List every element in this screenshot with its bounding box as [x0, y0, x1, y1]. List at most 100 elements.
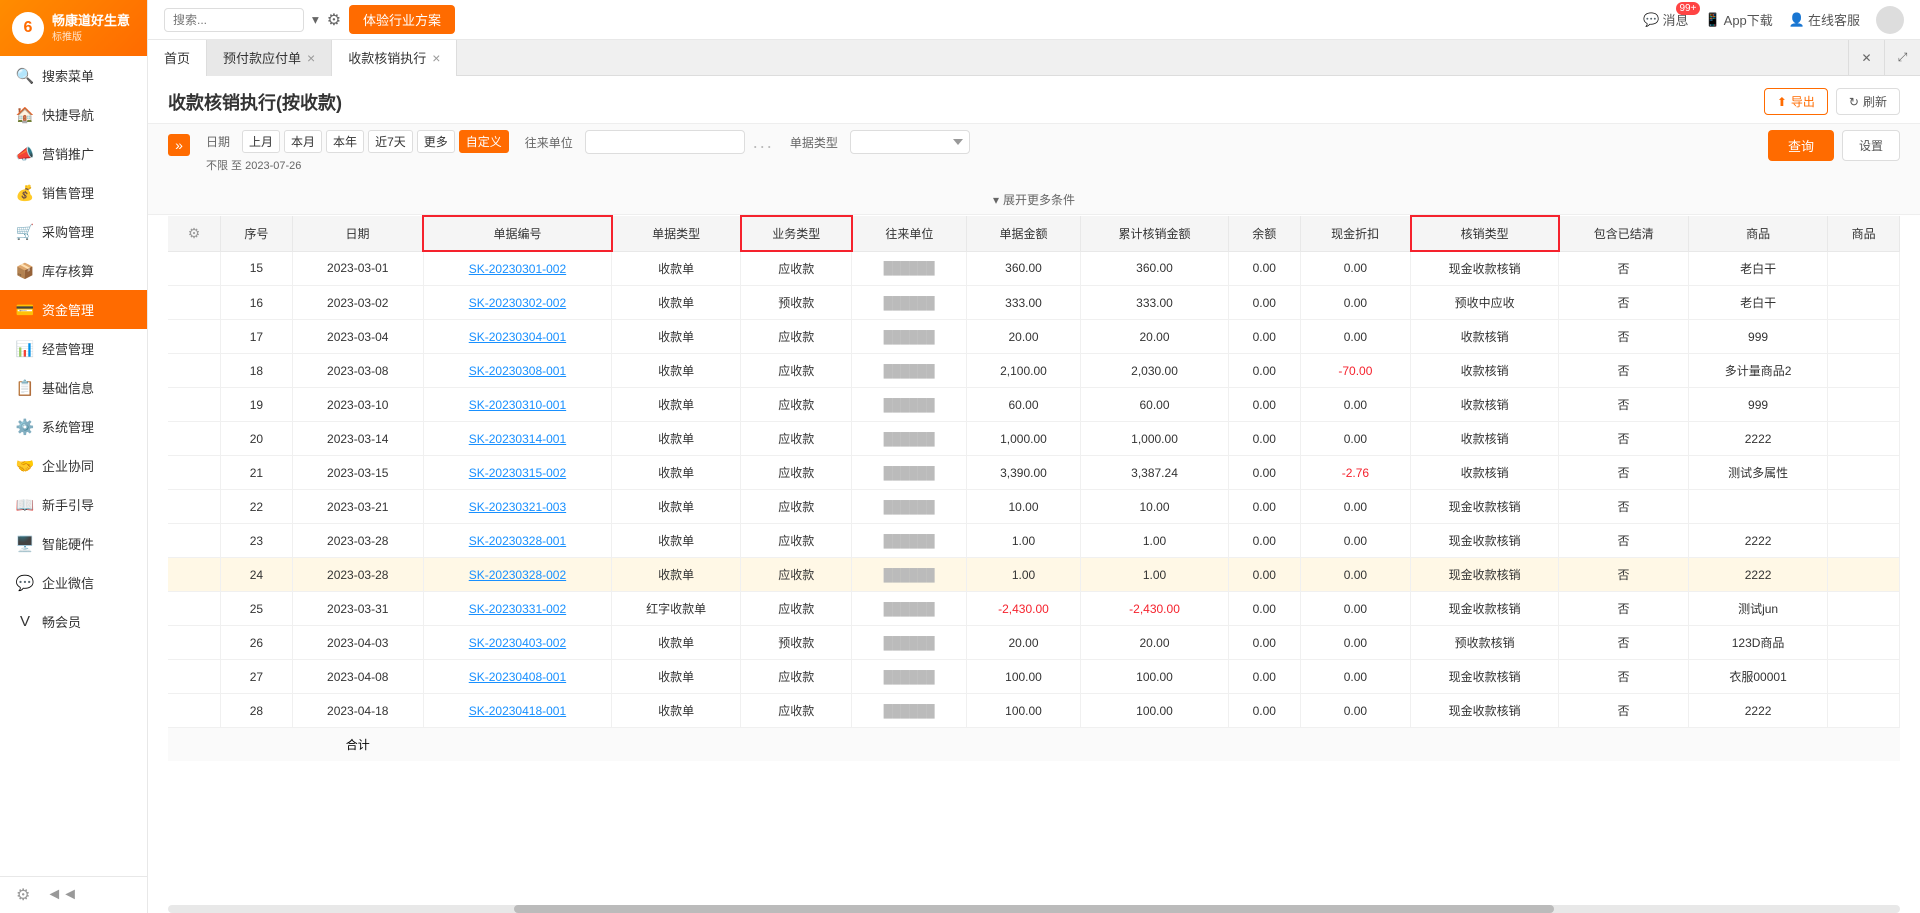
cell-writeoff-type: 收款核销	[1411, 456, 1559, 490]
sidebar-item-label-finance: 资金管理	[42, 300, 94, 319]
bill-no-link[interactable]: SK-20230403-002	[469, 636, 566, 650]
filter-partner-dots[interactable]: ...	[753, 132, 774, 153]
bill-no-link[interactable]: SK-20230310-001	[469, 398, 566, 412]
tab-prepay-close[interactable]: ×	[307, 50, 315, 66]
sidebar-item-marketing[interactable]: 📣 营销推广	[0, 134, 147, 173]
sidebar-item-basics[interactable]: 📋 基础信息	[0, 368, 147, 407]
bill-no-link[interactable]: SK-20230321-003	[469, 500, 566, 514]
filter-partner-label: 往来单位	[525, 134, 573, 151]
bill-no-link[interactable]: SK-20230304-001	[469, 330, 566, 344]
filter-settings-button[interactable]: 设置	[1842, 130, 1900, 161]
cell-date: 2023-03-04	[292, 320, 423, 354]
user-avatar[interactable]	[1876, 6, 1904, 34]
th-settings[interactable]: ⚙	[168, 216, 221, 251]
quicknav-icon: 🏠	[16, 106, 34, 124]
sidebar-item-finance[interactable]: 💳 资金管理	[0, 290, 147, 329]
filter-partner-input[interactable]	[585, 130, 745, 154]
bill-no-link[interactable]: SK-20230418-001	[469, 704, 566, 718]
bill-no-link[interactable]: SK-20230328-001	[469, 534, 566, 548]
sidebar-item-search[interactable]: 🔍 搜索菜单	[0, 56, 147, 95]
tab-prepay[interactable]: 预付款应付单 ×	[207, 40, 332, 76]
cell-include-settled: 否	[1559, 456, 1689, 490]
filter-receipt-type-row: 单据类型	[790, 130, 970, 154]
filter-date-this-year[interactable]: 本年	[326, 130, 364, 153]
bill-no-link[interactable]: SK-20230315-002	[469, 466, 566, 480]
topbar-online-service[interactable]: 👤 在线客服	[1789, 10, 1860, 29]
sidebar-item-sales[interactable]: 💰 销售管理	[0, 173, 147, 212]
sidebar-item-wechat[interactable]: 💬 企业微信	[0, 563, 147, 602]
sidebar-item-member[interactable]: V 畅会员	[0, 602, 147, 641]
cell-writeoff-amount: 360.00	[1081, 251, 1229, 286]
sidebar-item-quicknav[interactable]: 🏠 快捷导航	[0, 95, 147, 134]
filter-date-custom[interactable]: 自定义	[459, 130, 509, 153]
message-icon: 💬	[1643, 12, 1659, 28]
collapse-icon[interactable]: ◄◄	[46, 886, 78, 904]
bill-no-link[interactable]: SK-20230328-002	[469, 568, 566, 582]
filter-date-more[interactable]: 更多	[417, 130, 455, 153]
cell-include-settled: 否	[1559, 592, 1689, 626]
cell-include-settled: 否	[1559, 490, 1689, 524]
filter-receipt-type-select[interactable]	[850, 130, 970, 154]
column-settings-icon[interactable]: ⚙	[188, 225, 201, 241]
filter-date-this-month[interactable]: 本月	[284, 130, 322, 153]
topbar-app-download[interactable]: 📱 App下载	[1704, 10, 1772, 29]
sidebar-item-inventory[interactable]: 📦 库存核算	[0, 251, 147, 290]
cell-partner: ██████	[852, 592, 967, 626]
table-footer: 合计	[168, 728, 1900, 762]
table-row: 16 2023-03-02 SK-20230302-002 收款单 预收款 ██…	[168, 286, 1900, 320]
cell-amount: 333.00	[966, 286, 1080, 320]
cell-partner: ██████	[852, 354, 967, 388]
sidebar-item-label-guide: 新手引导	[42, 495, 94, 514]
cell-writeoff-type: 现金收款核销	[1411, 592, 1559, 626]
bill-no-link[interactable]: SK-20230408-001	[469, 670, 566, 684]
bill-no-link[interactable]: SK-20230302-002	[469, 296, 566, 310]
sidebar-item-collab[interactable]: 🤝 企业协同	[0, 446, 147, 485]
tab-home[interactable]: 首页	[148, 40, 207, 76]
topbar-right: 💬 消息 99+ 📱 App下载 👤 在线客服	[1643, 6, 1904, 34]
filter-date-7days[interactable]: 近7天	[368, 130, 413, 153]
cell-amount: 10.00	[966, 490, 1080, 524]
tab-writeoff-close[interactable]: ×	[432, 50, 440, 66]
cell-goods: 123D商品	[1688, 626, 1827, 660]
th-bill-type: 单据类型	[612, 216, 741, 251]
footer-settings	[168, 728, 292, 762]
table-container: ⚙ 序号 日期 单据编号 单据类型 业务类型 往来单位 单据金额 累计核销金额 …	[148, 215, 1920, 905]
filter-expand-more-btn[interactable]: ▾ 展开更多条件	[993, 191, 1075, 208]
topbar-search-input[interactable]	[164, 8, 304, 32]
export-button[interactable]: ⬆ 导出	[1764, 88, 1828, 115]
page-header-actions: ⬆ 导出 ↻ 刷新	[1764, 88, 1900, 115]
tab-writeoff[interactable]: 收款核销执行 ×	[332, 40, 457, 76]
tab-expand-btn[interactable]: ⤢	[1884, 40, 1920, 76]
bill-no-link[interactable]: SK-20230314-001	[469, 432, 566, 446]
cell-writeoff-type: 收款核销	[1411, 320, 1559, 354]
settings-bottom-icon[interactable]: ⚙	[16, 885, 30, 905]
bill-no-link[interactable]: SK-20230308-001	[469, 364, 566, 378]
refresh-button[interactable]: ↻ 刷新	[1836, 88, 1900, 115]
sidebar-item-system[interactable]: ⚙️ 系统管理	[0, 407, 147, 446]
data-table: ⚙ 序号 日期 单据编号 单据类型 业务类型 往来单位 单据金额 累计核销金额 …	[168, 215, 1900, 761]
bill-no-link[interactable]: SK-20230331-002	[469, 602, 566, 616]
table-scrollbar-thumb[interactable]	[514, 905, 1553, 913]
cell-bill-no: SK-20230308-001	[423, 354, 611, 388]
sidebar-item-label-member: 畅会员	[42, 612, 81, 631]
filter-date-last-month[interactable]: 上月	[242, 130, 280, 153]
filter-expand-button[interactable]: »	[168, 134, 190, 156]
tab-close-all-btn[interactable]: ✕	[1848, 40, 1884, 76]
th-balance: 余额	[1229, 216, 1301, 251]
sidebar-item-purchase[interactable]: 🛒 采购管理	[0, 212, 147, 251]
topbar-gear-icon[interactable]: ⚙	[327, 10, 341, 30]
topbar-message[interactable]: 💬 消息 99+	[1643, 10, 1688, 29]
cell-include-settled: 否	[1559, 286, 1689, 320]
table-horizontal-scrollbar[interactable]	[168, 905, 1900, 913]
cell-writeoff-amount: 20.00	[1081, 320, 1229, 354]
bill-no-link[interactable]: SK-20230301-002	[469, 262, 566, 276]
solution-button[interactable]: 体验行业方案	[349, 5, 455, 34]
page-header: 收款核销执行(按收款) ⬆ 导出 ↻ 刷新	[148, 76, 1920, 123]
query-button[interactable]: 查询	[1768, 130, 1834, 161]
table-row: 21 2023-03-15 SK-20230315-002 收款单 应收款 ██…	[168, 456, 1900, 490]
sidebar-item-operation[interactable]: 📊 经营管理	[0, 329, 147, 368]
cell-goods2	[1828, 660, 1900, 694]
sidebar-item-hardware[interactable]: 🖥️ 智能硬件	[0, 524, 147, 563]
topbar-dropdown-btn[interactable]: ▾	[312, 12, 319, 28]
sidebar-item-guide[interactable]: 📖 新手引导	[0, 485, 147, 524]
